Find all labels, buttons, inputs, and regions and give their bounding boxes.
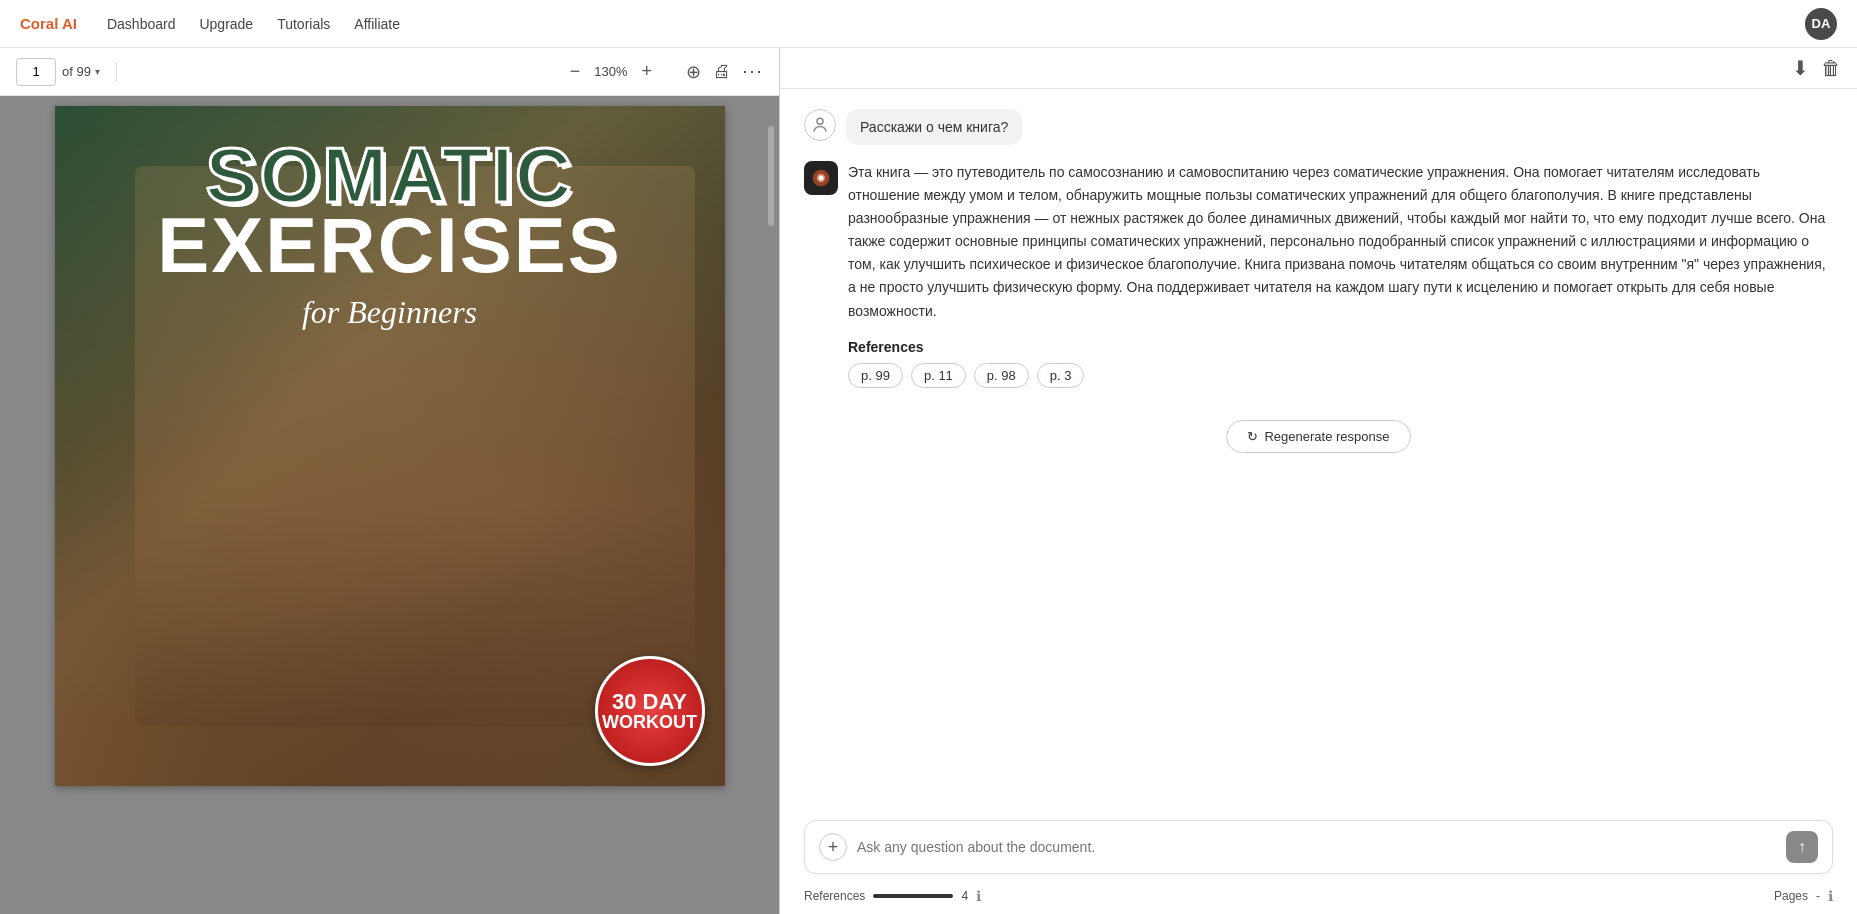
nav-tutorials[interactable]: Tutorials — [277, 16, 330, 32]
pdf-page: SOMATIC EXERCISES for Beginners 30 DAY W… — [55, 106, 725, 786]
regenerate-label: Regenerate response — [1264, 429, 1389, 444]
chat-text-input[interactable] — [857, 839, 1776, 855]
references-section: References p. 99 p. 11 p. 98 p. 3 — [848, 339, 1833, 388]
zoom-level-label[interactable]: 130% — [594, 64, 627, 79]
user-message-avatar — [804, 109, 836, 141]
nav-upgrade[interactable]: Upgrade — [199, 16, 253, 32]
page-input-group: of 99 ▾ — [16, 58, 100, 86]
pdf-content-area: SOMATIC EXERCISES for Beginners 30 DAY W… — [0, 96, 779, 914]
pdf-cover: SOMATIC EXERCISES for Beginners 30 DAY W… — [55, 106, 725, 786]
nav-links: Dashboard Upgrade Tutorials Affiliate — [107, 16, 400, 32]
page-total: of 99 ▾ — [62, 64, 100, 79]
reference-tags: p. 99 p. 11 p. 98 p. 3 — [848, 363, 1833, 388]
footer-pages-control: Pages - ℹ — [1774, 888, 1833, 904]
toolbar-actions: ⊕ 🖨 ⋮ — [686, 60, 763, 84]
ai-avatar — [804, 161, 838, 195]
regenerate-row: ↻ Regenerate response — [804, 420, 1833, 453]
nav-affiliate[interactable]: Affiliate — [354, 16, 400, 32]
print-button[interactable]: 🖨 — [713, 60, 731, 84]
references-slider[interactable] — [873, 894, 953, 898]
toolbar-separator — [116, 62, 117, 82]
zoom-out-button[interactable]: − — [564, 59, 587, 84]
zoom-in-button[interactable]: + — [635, 59, 658, 84]
footer-references-control: References 4 ℹ — [804, 888, 981, 904]
more-options-button[interactable]: ⋮ — [741, 62, 765, 82]
chat-input-box: + ↑ — [804, 820, 1833, 874]
ai-bubble: Эта книга — это путеводитель по самосозн… — [848, 161, 1833, 388]
user-bubble: Расскажи о чем книга? — [846, 109, 1022, 145]
reference-tag-1[interactable]: p. 11 — [911, 363, 966, 388]
regenerate-icon: ↻ — [1247, 429, 1258, 444]
ai-response-text: Эта книга — это путеводитель по самосозн… — [848, 161, 1833, 323]
person-icon — [811, 116, 829, 134]
main-layout: of 99 ▾ − 130% + ⊕ 🖨 ⋮ — [0, 48, 1857, 914]
reference-tag-0[interactable]: p. 99 — [848, 363, 903, 388]
delete-button[interactable]: 🗑 — [1821, 57, 1841, 80]
top-navigation: Coral AI Dashboard Upgrade Tutorials Aff… — [0, 0, 1857, 48]
ai-icon — [811, 168, 831, 188]
regenerate-button[interactable]: ↻ Regenerate response — [1226, 420, 1410, 453]
pages-info-icon[interactable]: ℹ — [1828, 888, 1833, 904]
svg-point-0 — [817, 118, 823, 124]
cover-title-exercises: EXERCISES — [157, 206, 621, 284]
reference-tag-2[interactable]: p. 98 — [974, 363, 1029, 388]
footer-references-label: References — [804, 889, 865, 903]
nav-dashboard[interactable]: Dashboard — [107, 16, 176, 32]
ai-message: Эта книга — это путеводитель по самосозн… — [804, 161, 1833, 388]
footer-pages-value: - — [1816, 889, 1820, 903]
svg-point-2 — [819, 176, 824, 181]
references-count: 4 — [961, 889, 968, 903]
page-dropdown-chevron[interactable]: ▾ — [95, 66, 100, 77]
user-avatar[interactable]: DA — [1805, 8, 1837, 40]
page-number-input[interactable] — [16, 58, 56, 86]
reference-tag-3[interactable]: p. 3 — [1037, 363, 1085, 388]
pdf-panel: of 99 ▾ − 130% + ⊕ 🖨 ⋮ — [0, 48, 780, 914]
references-label: References — [848, 339, 1833, 355]
user-message: Расскажи о чем книга? — [804, 109, 1833, 145]
references-info-icon[interactable]: ℹ — [976, 888, 981, 904]
chat-panel-header: ⬇ 🗑 — [780, 48, 1857, 89]
add-attachment-button[interactable]: + — [819, 833, 847, 861]
cover-badge: 30 DAY WORKOUT — [595, 656, 705, 766]
footer-pages-label: Pages — [1774, 889, 1808, 903]
brand-logo[interactable]: Coral AI — [20, 15, 77, 32]
chat-panel: ⬇ 🗑 Расскажи о чем книга? — [780, 48, 1857, 914]
cover-subtitle: for Beginners — [302, 294, 477, 331]
zoom-controls: − 130% + — [564, 59, 658, 84]
send-button[interactable]: ↑ — [1786, 831, 1818, 863]
download-button[interactable]: ⬇ — [1792, 56, 1809, 80]
chat-input-area: + ↑ — [780, 820, 1857, 882]
chat-footer-options: References 4 ℹ Pages - ℹ — [780, 882, 1857, 914]
fit-page-button[interactable]: ⊕ — [686, 60, 701, 84]
badge-line2: WORKOUT — [602, 713, 697, 731]
chat-messages: Расскажи о чем книга? Эта книга — это пу… — [780, 89, 1857, 820]
pdf-toolbar: of 99 ▾ − 130% + ⊕ 🖨 ⋮ — [0, 48, 779, 96]
pdf-scrollbar[interactable] — [767, 96, 775, 914]
badge-line1: 30 DAY — [612, 691, 687, 713]
